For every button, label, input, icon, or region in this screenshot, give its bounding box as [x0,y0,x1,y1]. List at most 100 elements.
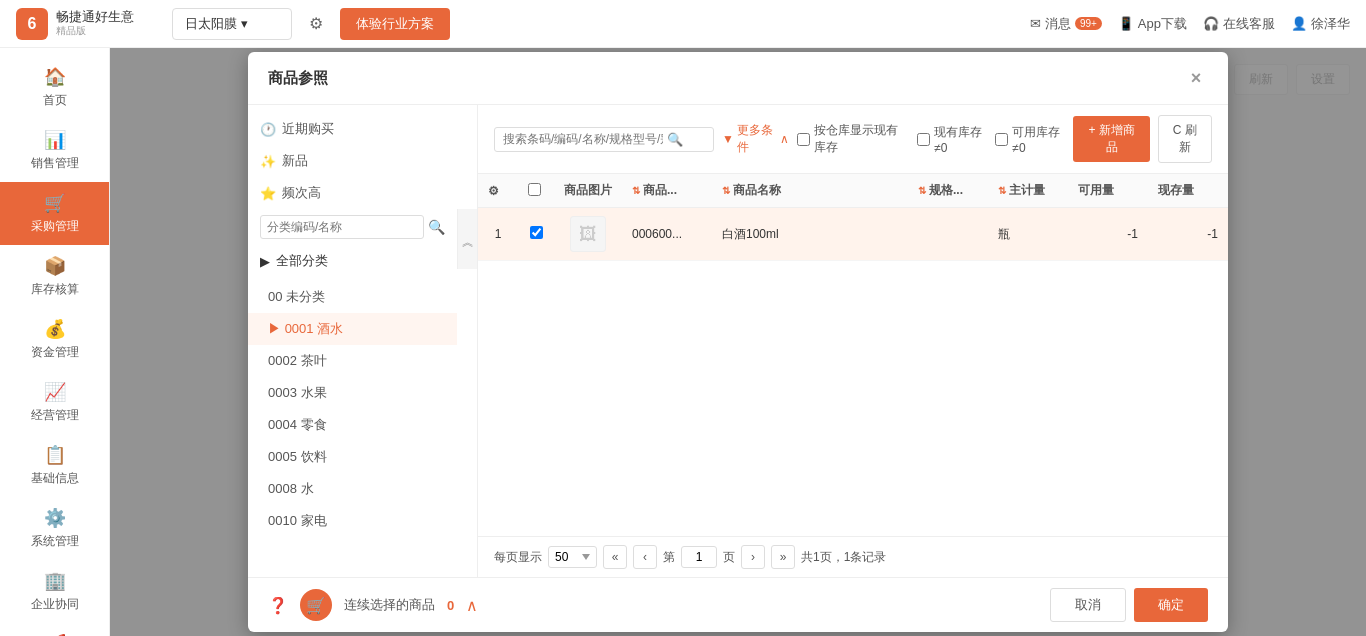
category-search-row: 🔍 [248,209,457,245]
page-first-btn[interactable]: « [603,545,627,569]
th-code-label: 商品... [643,182,677,199]
category-search-icon[interactable]: 🔍 [428,219,445,235]
filter-more-btn[interactable]: ▼ 更多条件 ∧ [722,122,789,156]
category-item-0004-label: 0004 零食 [268,417,327,432]
category-item-0001[interactable]: ▶ 0001 酒水 [248,313,457,345]
sidebar-item-business-label: 经营管理 [31,407,79,424]
collapse-left-panel-btn[interactable]: 《 [457,209,477,269]
category-item-0008-label: 0008 水 [268,481,314,496]
help-icon[interactable]: ❓ [268,596,288,615]
avail-not-zero-filter[interactable]: 可用库存≠0 [995,124,1065,155]
product-reference-modal: 商品参照 × 🕐 近期购买 ✨ 新品 [248,52,1228,632]
category-item-00[interactable]: 00 未分类 [248,281,457,313]
messages-btn[interactable]: ✉ 消息 99+ [1030,15,1102,33]
left-sidebar: 🏠 首页 📊 销售管理 🛒 采购管理 📦 库存核算 💰 资金管理 📈 经营管理 … [0,48,110,636]
category-item-0008[interactable]: 0008 水 [248,473,457,505]
sidebar-item-business[interactable]: 📈 经营管理 [0,371,109,434]
quick-frequent-btn[interactable]: ⭐ 频次高 [248,177,477,209]
app-download-btn[interactable]: 📱 App下载 [1118,15,1187,33]
product-search-bar: 🔍 [494,127,714,152]
th-unit-label: 主计量 [1009,182,1045,199]
content-area: 查询 刷新 设置 商品参照 × 🕐 [110,48,1366,636]
sort-unit-icon: ⇅ [998,185,1006,196]
th-name-label: 商品名称 [733,182,781,199]
category-item-0003[interactable]: 0003 水果 [248,377,457,409]
store-dropdown[interactable]: 日太阳膜 ▾ [172,8,292,40]
selected-count: 0 [447,598,454,613]
sidebar-item-basic-info[interactable]: 📋 基础信息 [0,434,109,497]
confirm-btn[interactable]: 确定 [1134,588,1208,622]
category-list: 00 未分类 ▶ 0001 酒水 0002 茶叶 0 [248,277,457,541]
user-profile-btn[interactable]: 👤 徐泽华 [1291,15,1350,33]
row-spec [908,208,988,261]
page-number-input[interactable] [681,546,717,568]
add-product-btn[interactable]: + 新增商品 [1073,116,1149,162]
selected-label: 连续选择的商品 [344,596,435,614]
category-item-0002[interactable]: 0002 茶叶 [248,345,457,377]
sidebar-item-system[interactable]: ⚙️ 系统管理 [0,497,109,560]
product-search-icon[interactable]: 🔍 [667,132,683,147]
per-page-select[interactable]: 50 100 200 [548,546,597,568]
sidebar-item-finance[interactable]: 💰 资金管理 [0,308,109,371]
sidebar-item-sales[interactable]: 📊 销售管理 [0,119,109,182]
product-search-input[interactable] [503,132,663,146]
category-item-0005[interactable]: 0005 饮料 [248,441,457,473]
stock-not-zero-filter[interactable]: 现有库存≠0 [917,124,987,155]
logo-icon: 6 [16,8,48,40]
page-prev-btn[interactable]: ‹ [633,545,657,569]
app-edition: 精品版 [56,24,134,38]
sidebar-item-guide[interactable]: 🚀 新手引导 [0,623,109,636]
all-category-item[interactable]: ▶ 全部分类 [248,245,457,277]
cancel-btn[interactable]: 取消 [1050,588,1126,622]
sidebar-item-purchase[interactable]: 🛒 采购管理 [0,182,109,245]
stock-not-zero-checkbox[interactable] [917,133,930,146]
footer-actions: 取消 确定 [1050,588,1208,622]
experience-btn[interactable]: 体验行业方案 [340,8,450,40]
footer-collapse-icon[interactable]: ∧ [466,596,478,615]
row-checkbox[interactable] [530,226,543,239]
sidebar-item-inventory[interactable]: 📦 库存核算 [0,245,109,308]
online-support-btn[interactable]: 🎧 在线客服 [1203,15,1275,33]
per-page-label: 每页显示 [494,549,542,566]
cart-icon[interactable]: 🛒 [300,589,332,621]
settings-icon[interactable]: ⚙ [300,8,332,40]
gear-settings-icon[interactable]: ⚙ [488,184,499,198]
sidebar-item-sales-label: 销售管理 [31,155,79,172]
page-next-btn[interactable]: › [741,545,765,569]
category-item-0010-label: 0010 家电 [268,513,327,528]
th-stock-label: 现存量 [1158,183,1194,197]
modal-close-btn[interactable]: × [1184,66,1208,90]
sidebar-item-enterprise[interactable]: 🏢 企业协同 [0,560,109,623]
page-label: 第 [663,549,675,566]
avail-not-zero-label: 可用库存≠0 [1012,124,1065,155]
app-download-label: App下载 [1138,15,1187,33]
quick-new-btn[interactable]: ✨ 新品 [248,145,477,177]
recent-icon: 🕐 [260,122,276,137]
category-search-input[interactable] [260,215,424,239]
filter-collapse-icon: ∧ [780,132,789,146]
messages-badge: 99+ [1075,17,1102,30]
sort-spec-icon: ⇅ [918,185,926,196]
product-table-body: 1 🖼 000600... 白酒100ml 瓶 -1 -1 [478,208,1228,261]
page-last-btn[interactable]: » [771,545,795,569]
category-item-0003-label: 0003 水果 [268,385,327,400]
modal-body: 🕐 近期购买 ✨ 新品 ⭐ 频次高 [248,105,1228,577]
inventory-icon: 📦 [44,255,66,277]
row-img-cell: 🖼 [554,208,622,261]
business-icon: 📈 [44,381,66,403]
purchase-icon: 🛒 [44,192,66,214]
refresh-btn[interactable]: C 刷新 [1158,115,1212,163]
modal-backdrop: 商品参照 × 🕐 近期购买 ✨ 新品 [110,48,1366,636]
avail-not-zero-checkbox[interactable] [995,133,1008,146]
category-item-0010[interactable]: 0010 家电 [248,505,457,537]
category-item-0004[interactable]: 0004 零食 [248,409,457,441]
select-all-checkbox[interactable] [528,183,541,196]
home-icon: 🏠 [44,66,66,88]
by-warehouse-checkbox[interactable] [797,133,810,146]
by-warehouse-filter[interactable]: 按仓库显示现有库存 [797,122,909,156]
quick-recent-btn[interactable]: 🕐 近期购买 [248,113,477,145]
quick-recent-label: 近期购买 [282,120,334,138]
username-label: 徐泽华 [1311,15,1350,33]
table-row[interactable]: 1 🖼 000600... 白酒100ml 瓶 -1 -1 [478,208,1228,261]
sidebar-item-home[interactable]: 🏠 首页 [0,56,109,119]
